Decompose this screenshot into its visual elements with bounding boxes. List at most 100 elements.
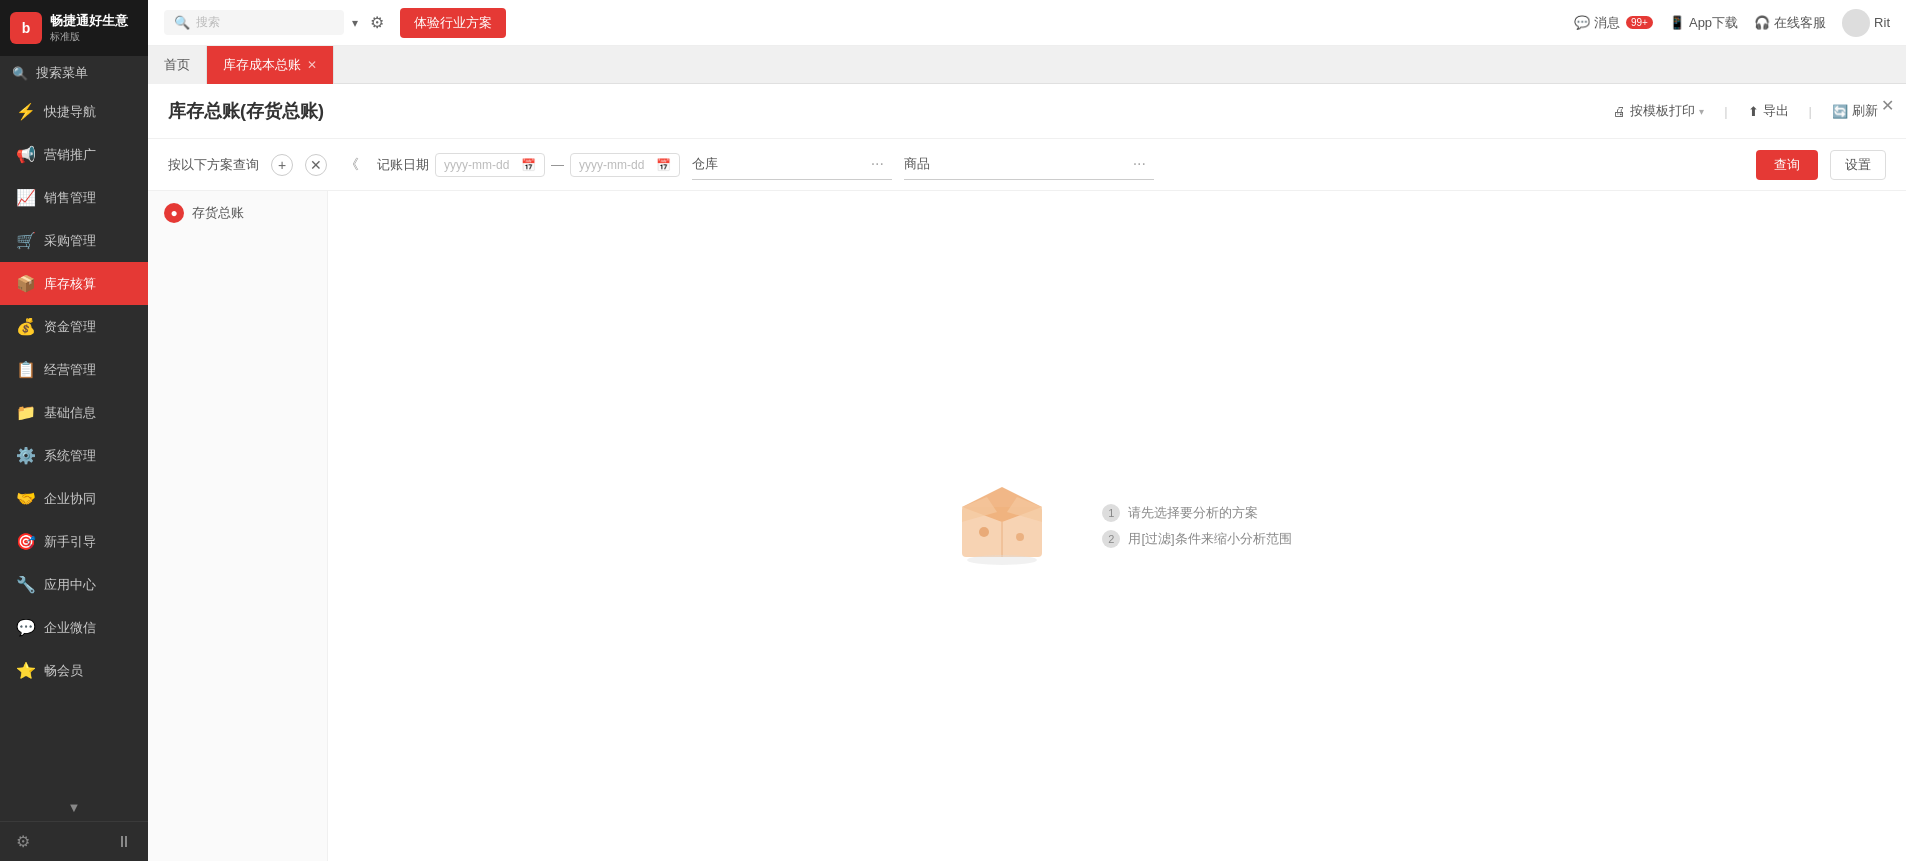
topbar-gear-btn[interactable]: ⚙ [366, 9, 388, 36]
settings-btn[interactable]: 设置 [1830, 150, 1886, 180]
divider: | [1724, 104, 1727, 119]
sidebar-scroll-down[interactable]: ▼ [0, 794, 148, 821]
topbar-dropdown-btn[interactable]: ▾ [352, 16, 358, 30]
avatar [1842, 9, 1870, 37]
date-end-placeholder: yyyy-mm-dd [579, 158, 644, 172]
print-icon: 🖨 [1613, 104, 1626, 119]
sidebar-item-inventory[interactable]: 📦 库存核算 [0, 262, 148, 305]
sidebar-item-purchase[interactable]: 🛒 采购管理 [0, 219, 148, 262]
sidebar-item-label: 企业微信 [44, 619, 96, 637]
empty-hints: 1 请先选择要分析的方案 2 用[过滤]条件来缩小分析范围 [1102, 504, 1291, 548]
date-start-placeholder: yyyy-mm-dd [444, 158, 509, 172]
tab-close-btn[interactable]: ✕ [307, 58, 317, 72]
page-title: 库存总账(存货总账) [168, 99, 324, 123]
divider2: | [1809, 104, 1812, 119]
filter-collapse-btn[interactable]: 《 [339, 154, 365, 176]
sidebar-item-quick-nav[interactable]: ⚡ 快捷导航 [0, 90, 148, 133]
message-action[interactable]: 💬 消息 99+ [1574, 14, 1653, 32]
empty-hint-2: 2 用[过滤]条件来缩小分析范围 [1102, 530, 1291, 548]
main-area: 🔍 搜索 ▾ ⚙ 体验行业方案 💬 消息 99+ 📱 App下载 🎧 在线客服 … [148, 0, 1906, 861]
refresh-label: 刷新 [1852, 102, 1878, 120]
tab-inventory-cost[interactable]: 库存成本总账 ✕ [207, 46, 334, 84]
sidebar-item-operation[interactable]: 📋 经营管理 [0, 348, 148, 391]
page-header: 库存总账(存货总账) 🖨 按模板打印 ▾ | ⬆ 导出 | 🔄 刷新 ✕ [148, 84, 1906, 139]
industry-btn[interactable]: 体验行业方案 [400, 8, 506, 38]
topbar-search-box[interactable]: 🔍 搜索 [164, 10, 344, 35]
filter-add-btn[interactable]: + [271, 154, 293, 176]
export-btn[interactable]: ⬆ 导出 [1740, 98, 1797, 124]
scheme-sidebar: ● 存货总账 [148, 191, 328, 861]
collapse-icon[interactable]: ⏸ [116, 833, 132, 851]
marketing-icon: 📢 [16, 145, 34, 164]
purchase-icon: 🛒 [16, 231, 34, 250]
empty-svg [942, 467, 1062, 567]
inventory-icon: 📦 [16, 274, 34, 293]
hint-text-1: 请先选择要分析的方案 [1128, 504, 1258, 522]
print-btn[interactable]: 🖨 按模板打印 ▾ [1605, 98, 1712, 124]
phone-icon: 📱 [1669, 15, 1685, 30]
sidebar-item-label: 采购管理 [44, 232, 96, 250]
topbar-search-icon: 🔍 [174, 15, 190, 30]
warehouse-more-btn[interactable]: ··· [863, 153, 892, 175]
basic-icon: 📁 [16, 403, 34, 422]
sidebar-item-basic[interactable]: 📁 基础信息 [0, 391, 148, 434]
goods-filter[interactable]: 商品 ··· [904, 149, 1154, 180]
filter-clear-btn[interactable]: ✕ [305, 154, 327, 176]
filter-label: 按以下方案查询 [168, 156, 259, 174]
scheme-item-inventory[interactable]: ● 存货总账 [148, 191, 327, 235]
sidebar-item-label: 营销推广 [44, 146, 96, 164]
hint-num-2: 2 [1102, 530, 1120, 548]
settings-icon[interactable]: ⚙ [16, 832, 30, 851]
sidebar-item-system[interactable]: ⚙️ 系统管理 [0, 434, 148, 477]
sidebar-item-app-center[interactable]: 🔧 应用中心 [0, 563, 148, 606]
print-label: 按模板打印 [1630, 102, 1695, 120]
date-separator: — [551, 157, 564, 172]
tabs-bar: 首页 库存成本总账 ✕ [148, 46, 1906, 84]
finance-icon: 💰 [16, 317, 34, 336]
date-start-input[interactable]: yyyy-mm-dd 📅 [435, 153, 545, 177]
operation-icon: 📋 [16, 360, 34, 379]
sidebar-item-member[interactable]: ⭐ 畅会员 [0, 649, 148, 692]
warehouse-filter[interactable]: 仓库 ··· [692, 149, 892, 180]
sidebar-search-menu[interactable]: 🔍 搜索菜单 [0, 56, 148, 90]
print-dropdown-icon: ▾ [1699, 106, 1704, 117]
sidebar-item-sales[interactable]: 📈 销售管理 [0, 176, 148, 219]
scheme-filter-bar: 按以下方案查询 + ✕ 《 记账日期 yyyy-mm-dd 📅 — yyyy-m… [148, 139, 1906, 191]
date-filter: 记账日期 yyyy-mm-dd 📅 — yyyy-mm-dd 📅 [377, 153, 680, 177]
sidebar-item-corp[interactable]: 🤝 企业协同 [0, 477, 148, 520]
sidebar-item-marketing[interactable]: 📢 营销推广 [0, 133, 148, 176]
hint-num-1: 1 [1102, 504, 1120, 522]
user-avatar-action[interactable]: Rit [1842, 9, 1890, 37]
hint-text-2: 用[过滤]条件来缩小分析范围 [1128, 530, 1291, 548]
date-filter-label: 记账日期 [377, 156, 429, 174]
system-icon: ⚙️ [16, 446, 34, 465]
corp-icon: 🤝 [16, 489, 34, 508]
sidebar-logo: b 畅捷通好生意 标准版 [0, 0, 148, 56]
sidebar-item-guide[interactable]: 🎯 新手引导 [0, 520, 148, 563]
svg-point-6 [1016, 533, 1024, 541]
wechat-icon: 💬 [16, 618, 34, 637]
sales-icon: 📈 [16, 188, 34, 207]
search-menu-label: 搜索菜单 [36, 64, 88, 82]
page-header-actions: 🖨 按模板打印 ▾ | ⬆ 导出 | 🔄 刷新 ✕ [1605, 98, 1886, 124]
sidebar: b 畅捷通好生意 标准版 🔍 搜索菜单 ⚡ 快捷导航 📢 营销推广 📈 销售管理… [0, 0, 148, 861]
refresh-icon: 🔄 [1832, 104, 1848, 119]
date-end-input[interactable]: yyyy-mm-dd 📅 [570, 153, 680, 177]
sidebar-item-label: 销售管理 [44, 189, 96, 207]
export-label: 导出 [1763, 102, 1789, 120]
sidebar-item-finance[interactable]: 💰 资金管理 [0, 305, 148, 348]
sidebar-item-label: 经营管理 [44, 361, 96, 379]
export-icon: ⬆ [1748, 104, 1759, 119]
svg-point-5 [979, 527, 989, 537]
goods-more-btn[interactable]: ··· [1125, 153, 1154, 175]
sidebar-nav: ⚡ 快捷导航 📢 营销推广 📈 销售管理 🛒 采购管理 📦 库存核算 💰 资金管… [0, 90, 148, 794]
message-label: 消息 [1594, 14, 1620, 32]
query-btn[interactable]: 查询 [1756, 150, 1818, 180]
app-name: 畅捷通好生意 [50, 12, 128, 30]
close-panel-btn[interactable]: ✕ [1877, 92, 1898, 119]
tab-home[interactable]: 首页 [148, 46, 207, 84]
online-service-action[interactable]: 🎧 在线客服 [1754, 14, 1826, 32]
empty-area: 1 请先选择要分析的方案 2 用[过滤]条件来缩小分析范围 [328, 191, 1906, 861]
sidebar-item-wechat[interactable]: 💬 企业微信 [0, 606, 148, 649]
app-download-action[interactable]: 📱 App下载 [1669, 14, 1738, 32]
